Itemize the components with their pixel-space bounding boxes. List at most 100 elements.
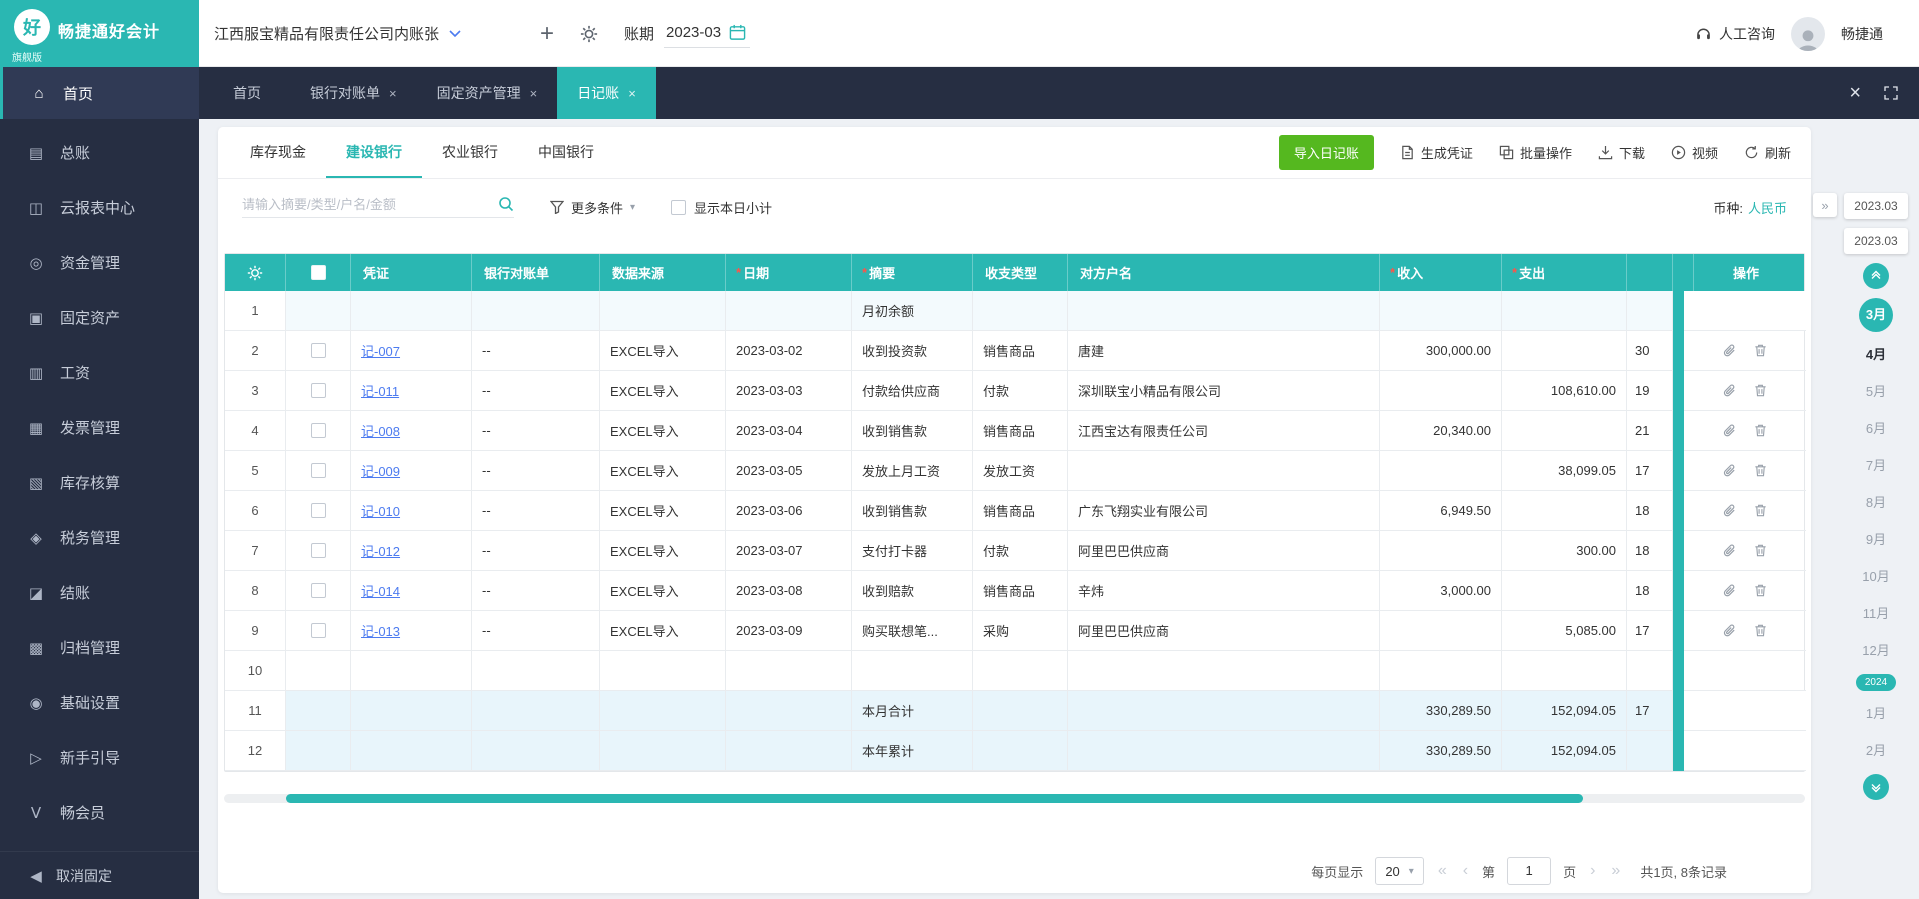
tab-close-icon[interactable]: × bbox=[628, 86, 636, 101]
month-item[interactable]: 7月 bbox=[1866, 452, 1886, 480]
voucher-link[interactable]: 记-009 bbox=[361, 461, 400, 480]
checkbox-icon[interactable] bbox=[671, 199, 687, 215]
month-item[interactable]: 2024 bbox=[1855, 674, 1897, 691]
month-item[interactable]: 3月 bbox=[1859, 298, 1893, 332]
month-item[interactable]: 11月 bbox=[1863, 600, 1890, 628]
v-scrollbar[interactable] bbox=[1673, 371, 1684, 411]
period-chip-end[interactable]: 2023.03 bbox=[1844, 228, 1908, 254]
v-scrollbar[interactable] bbox=[1673, 291, 1684, 331]
sidebar-item[interactable]: ▷ 新手引导 bbox=[0, 730, 199, 785]
voucher-link[interactable]: 记-008 bbox=[361, 421, 400, 440]
prev-page-button[interactable]: ‹ bbox=[1461, 862, 1470, 880]
last-page-button[interactable]: » bbox=[1609, 862, 1622, 880]
sidebar-item[interactable]: ◫ 云报表中心 bbox=[0, 180, 199, 235]
nav-tab[interactable]: 银行对账单 × bbox=[290, 67, 417, 119]
attachment-icon[interactable] bbox=[1722, 623, 1737, 638]
month-item[interactable]: 6月 bbox=[1866, 415, 1886, 443]
month-item[interactable]: 9月 bbox=[1866, 526, 1886, 554]
voucher-link[interactable]: 记-011 bbox=[361, 381, 399, 400]
checkbox-icon[interactable] bbox=[310, 383, 326, 398]
v-scrollbar[interactable] bbox=[1673, 451, 1684, 491]
checkbox-icon[interactable] bbox=[310, 265, 326, 280]
row-checkbox[interactable] bbox=[286, 371, 351, 411]
delete-icon[interactable] bbox=[1753, 343, 1768, 358]
voucher-link[interactable]: 记-010 bbox=[361, 501, 400, 520]
v-scrollbar[interactable] bbox=[1673, 651, 1684, 691]
collapse-panel-button[interactable]: » bbox=[1813, 193, 1837, 217]
row-checkbox[interactable] bbox=[286, 691, 351, 731]
sidebar-item[interactable]: ◉ 基础设置 bbox=[0, 675, 199, 730]
period-chip-start[interactable]: 2023.03 bbox=[1844, 193, 1908, 219]
month-item[interactable]: 8月 bbox=[1866, 489, 1886, 517]
delete-icon[interactable] bbox=[1753, 503, 1768, 518]
row-checkbox[interactable] bbox=[286, 291, 351, 331]
voucher-link[interactable]: 记-012 bbox=[361, 541, 400, 560]
scroll-up-button[interactable] bbox=[1863, 263, 1889, 289]
delete-icon[interactable] bbox=[1753, 583, 1768, 598]
v-scrollbar[interactable] bbox=[1673, 531, 1684, 571]
period-picker[interactable]: 2023-03 bbox=[664, 20, 751, 48]
sidebar-item[interactable]: ◎ 资金管理 bbox=[0, 235, 199, 290]
search-input[interactable] bbox=[242, 196, 490, 212]
row-checkbox[interactable] bbox=[286, 331, 351, 371]
sidebar-item[interactable]: ▤ 总账 bbox=[0, 125, 199, 180]
attachment-icon[interactable] bbox=[1722, 383, 1737, 398]
generate-voucher-button[interactable]: 生成凭证 bbox=[1400, 143, 1473, 162]
v-scrollbar[interactable] bbox=[1673, 491, 1684, 531]
fullscreen-icon[interactable] bbox=[1883, 85, 1899, 101]
sidebar-item[interactable]: ▦ 发票管理 bbox=[0, 400, 199, 455]
row-checkbox[interactable] bbox=[286, 651, 351, 691]
more-filters-button[interactable]: 更多条件 ▾ bbox=[550, 198, 635, 217]
scroll-down-button[interactable] bbox=[1863, 774, 1889, 800]
daily-subtotal-checkbox[interactable]: 显示本日小计 bbox=[671, 198, 772, 217]
row-checkbox[interactable] bbox=[286, 491, 351, 531]
currency-value[interactable]: 人民币 bbox=[1748, 198, 1787, 217]
attachment-icon[interactable] bbox=[1722, 583, 1737, 598]
h-scrollbar-thumb[interactable] bbox=[286, 794, 1583, 803]
search-icon[interactable] bbox=[498, 196, 514, 212]
v-scrollbar[interactable] bbox=[1673, 571, 1684, 611]
sidebar-item[interactable]: ▩ 归档管理 bbox=[0, 620, 199, 675]
delete-icon[interactable] bbox=[1753, 383, 1768, 398]
sidebar-item[interactable]: Ⅴ 畅会员 bbox=[0, 785, 199, 840]
download-button[interactable]: 下载 bbox=[1598, 143, 1645, 162]
sidebar-item-home[interactable]: ⌂ 首页 bbox=[0, 67, 199, 119]
row-checkbox[interactable] bbox=[286, 531, 351, 571]
attachment-icon[interactable] bbox=[1722, 543, 1737, 558]
checkbox-icon[interactable] bbox=[310, 503, 326, 518]
month-item[interactable]: 2月 bbox=[1866, 737, 1886, 765]
settings-gear-button[interactable] bbox=[580, 0, 598, 67]
v-scrollbar[interactable] bbox=[1673, 411, 1684, 451]
row-checkbox[interactable] bbox=[286, 411, 351, 451]
bank-subtab[interactable]: 农业银行 bbox=[422, 127, 518, 178]
nav-tab[interactable]: 日记账 × bbox=[557, 67, 656, 119]
v-scrollbar[interactable] bbox=[1673, 731, 1684, 771]
first-page-button[interactable]: « bbox=[1436, 862, 1449, 880]
row-checkbox[interactable] bbox=[286, 731, 351, 771]
sidebar-unpin-button[interactable]: ◀ 取消固定 bbox=[0, 851, 199, 899]
checkbox-icon[interactable] bbox=[310, 623, 326, 638]
attachment-icon[interactable] bbox=[1722, 463, 1737, 478]
support-button[interactable]: 人工咨询 bbox=[1695, 24, 1775, 44]
user-avatar[interactable] bbox=[1791, 16, 1825, 51]
table-settings-button[interactable] bbox=[225, 254, 286, 291]
page-size-select[interactable]: 20 ▾ bbox=[1375, 857, 1424, 885]
nav-tab[interactable]: 固定资产管理 × bbox=[417, 67, 558, 119]
row-checkbox[interactable] bbox=[286, 571, 351, 611]
voucher-link[interactable]: 记-014 bbox=[361, 581, 400, 600]
attachment-icon[interactable] bbox=[1722, 423, 1737, 438]
checkbox-icon[interactable] bbox=[310, 583, 326, 598]
next-page-button[interactable]: › bbox=[1588, 862, 1597, 880]
row-checkbox[interactable] bbox=[286, 451, 351, 491]
add-account-button[interactable]: + bbox=[540, 0, 554, 67]
tab-close-icon[interactable]: × bbox=[389, 86, 397, 101]
sidebar-item[interactable]: ◈ 税务管理 bbox=[0, 510, 199, 565]
batch-actions-button[interactable]: 批量操作 bbox=[1499, 143, 1572, 162]
tab-close-icon[interactable]: × bbox=[530, 86, 538, 101]
sidebar-item[interactable]: ◪ 结账 bbox=[0, 565, 199, 620]
row-checkbox[interactable] bbox=[286, 611, 351, 651]
voucher-link[interactable]: 记-007 bbox=[361, 341, 400, 360]
bank-subtab[interactable]: 中国银行 bbox=[518, 127, 614, 178]
sidebar-item[interactable]: ▣ 固定资产 bbox=[0, 290, 199, 345]
h-scrollbar[interactable] bbox=[224, 794, 1805, 803]
